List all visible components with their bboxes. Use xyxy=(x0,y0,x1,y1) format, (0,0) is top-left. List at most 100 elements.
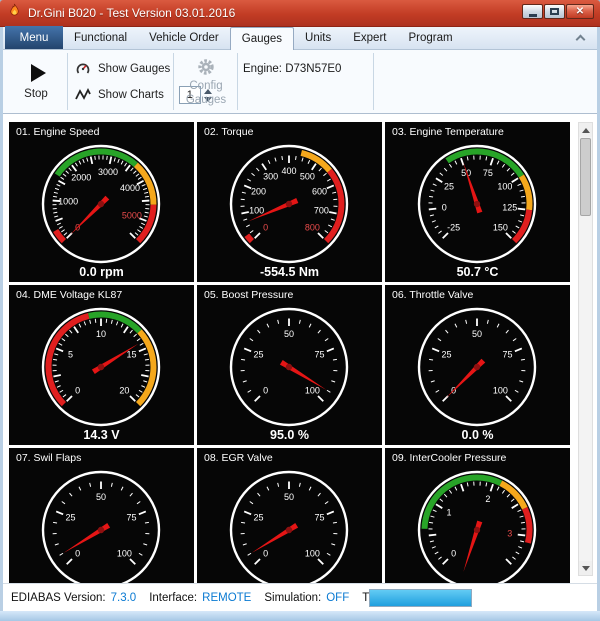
gauge-panel-01: 01. Engine Speed0100020003000400050000.0… xyxy=(9,122,194,282)
gauge-value: -554.5 Nm xyxy=(197,265,382,279)
ribbon-toolbar: Stop Show Gauges Show Charts 1 xyxy=(3,50,597,114)
gauge-dial: 0255075100 xyxy=(9,448,194,583)
tab-expert[interactable]: Expert xyxy=(342,27,397,49)
maximize-button[interactable] xyxy=(544,4,565,19)
ribbon-collapse-button[interactable] xyxy=(573,31,587,45)
chevron-up-icon xyxy=(575,35,585,45)
ribbon-tabs: FunctionalVehicle OrderGaugesUnitsExpert… xyxy=(63,27,464,49)
progress-bar xyxy=(369,589,472,607)
gauge-scale-label: 400 xyxy=(281,166,296,176)
minimize-icon xyxy=(529,14,537,17)
vertical-scrollbar[interactable] xyxy=(578,122,593,576)
gauge-scale-label: 3000 xyxy=(98,167,118,177)
gauge-scale-label: 25 xyxy=(442,349,452,359)
gauge-scale-label: -25 xyxy=(447,222,460,232)
gauge-scale-label: 0 xyxy=(263,222,268,232)
gauge-scale-label: 2 xyxy=(485,494,490,504)
gauge-scale-label: 25 xyxy=(254,512,264,522)
gauge-scale-label: 5 xyxy=(68,349,73,359)
gauge-scale-label: 75 xyxy=(314,349,324,359)
status-value: REMOTE xyxy=(202,592,251,604)
status-value: OFF xyxy=(326,592,349,604)
gauge-scale-label: 75 xyxy=(314,512,324,522)
gauge-scale-label: 0 xyxy=(263,548,268,558)
scroll-up-button[interactable] xyxy=(579,123,592,137)
gear-icon xyxy=(196,57,216,77)
tab-functional[interactable]: Functional xyxy=(63,27,138,49)
group-separator xyxy=(173,53,174,110)
close-button[interactable]: ✕ xyxy=(566,4,594,19)
gauge-panel-05: 05. Boost Pressure025507510095.0 % xyxy=(197,285,382,445)
gauge-panel-04: 04. DME Voltage KL870510152014.3 V xyxy=(9,285,194,445)
gauge-scale-label: 50 xyxy=(472,329,482,339)
tab-program[interactable]: Program xyxy=(397,27,463,49)
gauge-panel-08: 08. EGR Valve0255075100 xyxy=(197,448,382,583)
gauge-value: 14.3 V xyxy=(9,428,194,442)
minimize-button[interactable] xyxy=(522,4,543,19)
gauge-scale-label: 50 xyxy=(461,168,471,178)
tab-gauges[interactable]: Gauges xyxy=(230,27,294,50)
gauge-scale-label: 600 xyxy=(312,186,327,196)
gauge-value: 0.0 rpm xyxy=(9,265,194,279)
tab-units[interactable]: Units xyxy=(294,27,342,49)
gauge-dial: 0 1 2 3 xyxy=(385,448,570,583)
status-label: Simulation: xyxy=(264,592,321,604)
play-icon xyxy=(31,64,46,82)
show-gauges-button[interactable]: Show Gauges xyxy=(75,58,170,80)
app-window: Dr.Gini B020 - Test Version 03.01.2016 ✕… xyxy=(0,0,600,621)
gauge-scale-label: 50 xyxy=(96,492,106,502)
gauge-title: 01. Engine Speed xyxy=(16,126,100,138)
gauge-scale-label: 25 xyxy=(66,512,76,522)
gauge-needle xyxy=(250,523,299,556)
status-value: 7.3.0 xyxy=(111,592,137,604)
gauge-dial: 05101520 xyxy=(9,285,194,445)
gauge-dial: 0100200300400500600700800 xyxy=(197,122,382,282)
gauge-needle xyxy=(444,358,486,400)
stop-button[interactable]: Stop xyxy=(11,54,61,110)
gauge-dial: 010002000300040005000 xyxy=(9,122,194,282)
triangle-up-icon xyxy=(582,128,590,133)
group-separator xyxy=(67,53,68,110)
gauge-value: 50.7 °C xyxy=(385,265,570,279)
gauge-zone-arc xyxy=(501,483,525,508)
gauge-title: 08. EGR Valve xyxy=(204,452,273,464)
gauge-scale-label: 300 xyxy=(263,172,278,182)
gauge-scale-label: 4000 xyxy=(120,183,140,193)
gauge-scale-label: 200 xyxy=(251,186,266,196)
gauge-scale-label: 0 xyxy=(442,203,447,213)
gauge-scale-label: 25 xyxy=(444,181,454,191)
gauge-zone-arc xyxy=(525,508,530,543)
gauge-title: 07. Swil Flaps xyxy=(16,452,81,464)
gauge-panel-09: 09. InterCooler Pressure 0 1 2 3 xyxy=(385,448,570,583)
gauge-scale-label: 2000 xyxy=(71,173,91,183)
gauge-scale-label: 0 xyxy=(451,548,456,558)
menu-button[interactable]: Menu xyxy=(5,26,63,49)
gauge-scale-label: 75 xyxy=(502,349,512,359)
gauge-scale-label: 700 xyxy=(314,205,329,215)
gauge-zone-arc xyxy=(521,176,529,210)
engine-label: Engine: D73N57E0 xyxy=(243,63,341,75)
gauge-zone-arc xyxy=(301,153,329,171)
gauge-title: 02. Torque xyxy=(204,126,253,138)
gauge-scale-label: 500 xyxy=(300,172,315,182)
gauge-panel-07: 07. Swil Flaps0255075100 xyxy=(9,448,194,583)
gauge-needle xyxy=(62,523,111,556)
window-bottom-frame xyxy=(0,611,600,621)
gauge-title: 09. InterCooler Pressure xyxy=(392,452,506,464)
tab-vehicle-order[interactable]: Vehicle Order xyxy=(138,27,230,49)
gauge-scale-label: 50 xyxy=(284,492,294,502)
gauge-grid: 01. Engine Speed0100020003000400050000.0… xyxy=(9,122,570,583)
gauge-panel-02: 02. Torque0100200300400500600700800-554.… xyxy=(197,122,382,282)
gauge-needle xyxy=(460,520,482,572)
show-gauges-icon xyxy=(75,61,91,77)
scrollbar-thumb[interactable] xyxy=(580,138,591,216)
gauge-title: 06. Throttle Valve xyxy=(392,289,473,301)
close-icon: ✕ xyxy=(576,7,584,17)
gauge-scale-label: 1 xyxy=(447,507,452,517)
config-gauges-button: Config Gauges xyxy=(179,54,233,110)
scroll-down-button[interactable] xyxy=(579,561,592,575)
gauge-scale-label: 100 xyxy=(493,385,508,395)
gauge-dial: 0255075100 xyxy=(197,448,382,583)
gauge-scale-label: 3 xyxy=(507,529,512,539)
gauge-zone-arc xyxy=(247,235,252,241)
